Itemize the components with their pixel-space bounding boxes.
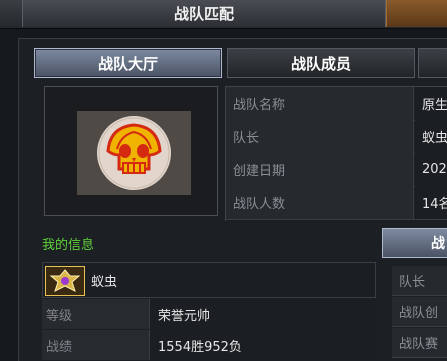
team-info-row: 战队名称 原生 bbox=[226, 87, 447, 121]
right-panel-row: 战队创 bbox=[392, 297, 447, 327]
team-info-value: 14名 bbox=[415, 186, 447, 219]
stat-label: 等级 bbox=[42, 299, 150, 329]
team-info-row: 战队人数 14名 bbox=[226, 186, 447, 220]
stat-value: 荣誉元帅 bbox=[150, 299, 376, 329]
right-panel-row: 战队赛 bbox=[392, 328, 447, 358]
team-info-value: 202 bbox=[415, 153, 447, 186]
tab-overflow-stub[interactable] bbox=[418, 48, 447, 78]
stat-value: 1554胜952负 bbox=[150, 330, 376, 360]
right-panel-row: 队长 bbox=[392, 266, 447, 296]
rank-badge-icon bbox=[45, 266, 85, 296]
title-bar: 战队匹配 bbox=[0, 0, 447, 29]
stat-label: 战绩 bbox=[42, 330, 150, 360]
team-info-label: 战队人数 bbox=[226, 186, 414, 219]
team-emblem-frame bbox=[44, 86, 218, 216]
team-info-label: 队长 bbox=[226, 120, 414, 153]
my-member-row[interactable]: 蚁虫 bbox=[42, 262, 376, 298]
my-member-name: 蚁虫 bbox=[91, 274, 118, 290]
title-bar-right-button[interactable] bbox=[386, 0, 447, 27]
team-info-value: 原生 bbox=[415, 87, 447, 120]
team-info-row: 创建日期 202 bbox=[226, 153, 447, 187]
my-info-heading: 我的信息 bbox=[42, 238, 95, 253]
window-title: 战队匹配 bbox=[22, 0, 386, 27]
tab-team-lobby[interactable]: 战队大厅 bbox=[34, 48, 222, 78]
team-info-label: 创建日期 bbox=[226, 153, 414, 186]
skull-shell-emblem-icon bbox=[97, 116, 171, 190]
my-stat-row-level: 等级 荣誉元帅 bbox=[42, 299, 376, 329]
right-panel-tab[interactable]: 战 bbox=[382, 228, 447, 258]
tab-team-members[interactable]: 战队成员 bbox=[227, 48, 415, 78]
team-info-label: 战队名称 bbox=[226, 87, 414, 120]
my-stat-row-record: 战绩 1554胜952负 bbox=[42, 330, 376, 360]
team-info-row: 队长 蚁虫 bbox=[226, 120, 447, 154]
team-info-value: 蚁虫 bbox=[415, 120, 447, 153]
team-emblem-background bbox=[77, 111, 191, 195]
rank-emblem-icon bbox=[46, 267, 84, 295]
team-info-table: 战队名称 原生 队长 蚁虫 创建日期 202 战队人数 14名 bbox=[225, 86, 447, 221]
